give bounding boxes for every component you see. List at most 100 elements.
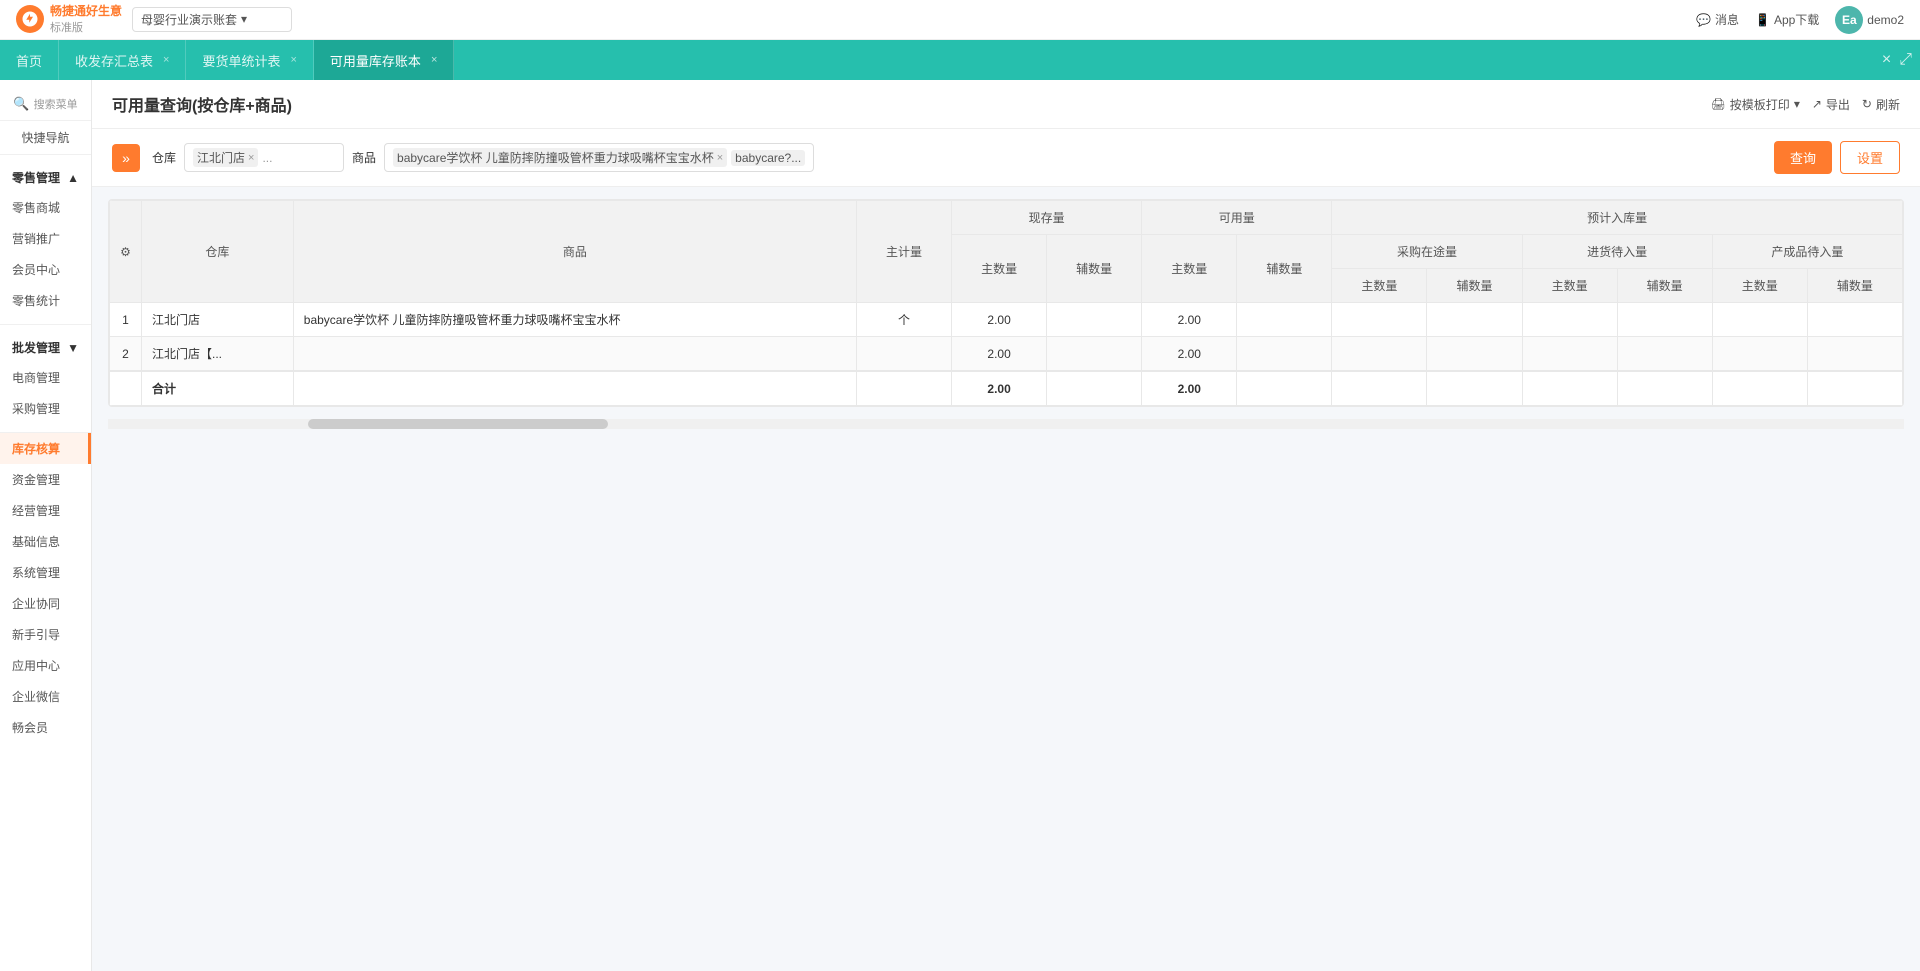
th-current-aux: 辅数量 xyxy=(1047,235,1142,303)
scroll-thumb[interactable] xyxy=(308,419,608,429)
sidebar-item-operation[interactable]: 经营管理 xyxy=(0,495,91,526)
product-extra-tag: babycare?... xyxy=(731,150,805,166)
app-download-btn[interactable]: 📱 App下载 xyxy=(1755,11,1819,28)
message-btn[interactable]: 💬 消息 xyxy=(1696,11,1739,28)
tab-income-expense-label: 收发存汇总表 xyxy=(75,51,153,70)
tab-order-stats[interactable]: 要货单统计表 × xyxy=(186,40,313,80)
sidebar-item-purchase[interactable]: 采购管理 xyxy=(0,393,91,424)
logo-text-area: 畅捷通好生意 标准版 xyxy=(50,4,122,34)
row1-finished-main xyxy=(1712,303,1807,337)
footer-incoming-aux xyxy=(1617,371,1712,406)
search-icon: 🔍 xyxy=(13,96,29,112)
product-tag-value: babycare学饮杯 儿童防摔防撞吸管杯重力球吸嘴杯宝宝水杯 xyxy=(397,149,714,166)
row2-purchase-transit-aux xyxy=(1427,337,1522,372)
nav-tabs: 首页 收发存汇总表 × 要货单统计表 × 可用量库存账本 × × ⤢ xyxy=(0,40,1920,80)
sidebar-item-marketing[interactable]: 营销推广 xyxy=(0,223,91,254)
sidebar-item-inventory[interactable]: 库存核算 xyxy=(0,433,91,464)
sidebar-item-appcenter-label: 应用中心 xyxy=(12,657,60,674)
user-initials: Ea xyxy=(1842,13,1857,27)
main-layout: 🔍 搜索菜单 快捷导航 零售管理 ▲ 零售商城 营销推广 会员中心 零售统计 xyxy=(0,80,1920,971)
sidebar-item-ecommerce[interactable]: 电商管理 xyxy=(0,362,91,393)
row1-incoming-aux xyxy=(1617,303,1712,337)
sidebar-quick-nav[interactable]: 快捷导航 xyxy=(0,121,91,155)
filter-toggle-btn[interactable]: » xyxy=(112,144,140,172)
print-icon: 🖨 xyxy=(1711,97,1726,111)
export-btn[interactable]: ↗ 导出 xyxy=(1812,96,1850,113)
sidebar-item-operation-label: 经营管理 xyxy=(12,502,60,519)
tab-income-expense[interactable]: 收发存汇总表 × xyxy=(59,40,186,80)
sidebar-item-wechat[interactable]: 企业微信 xyxy=(0,681,91,712)
logo-sub: 标准版 xyxy=(50,19,122,35)
sidebar-item-member2[interactable]: 畅会员 xyxy=(0,712,91,743)
footer-incoming-main xyxy=(1522,371,1617,406)
filter-area: » 仓库 江北门店 × ... 商品 babycare学饮杯 儿童防摔防撞吸管杯… xyxy=(92,129,1920,187)
row1-finished-aux xyxy=(1807,303,1902,337)
th-purchase-transit-main: 主数量 xyxy=(1332,269,1427,303)
sidebar-item-appcenter[interactable]: 应用中心 xyxy=(0,650,91,681)
sidebar-item-wechat-label: 企业微信 xyxy=(12,688,60,705)
tab-home[interactable]: 首页 xyxy=(0,40,59,80)
fullscreen-btn[interactable]: ⤢ xyxy=(1899,51,1912,69)
tab-order-stats-close[interactable]: × xyxy=(290,54,296,66)
query-btn[interactable]: 查询 xyxy=(1774,141,1832,174)
filter-more-warehouse[interactable]: ... xyxy=(262,151,272,165)
product-filter-input[interactable]: babycare学饮杯 儿童防摔防撞吸管杯重力球吸嘴杯宝宝水杯 × babyca… xyxy=(384,143,814,172)
footer-empty1 xyxy=(110,371,142,406)
th-available-main: 主数量 xyxy=(1142,235,1237,303)
filter-actions: 查询 设置 xyxy=(1774,141,1900,174)
close-all-btn[interactable]: × xyxy=(1882,51,1891,69)
avatar: Ea xyxy=(1835,6,1863,34)
sidebar-item-retail-mall[interactable]: 零售商城 xyxy=(0,192,91,223)
page-header: 可用量查询(按仓库+商品) 🖨 按模板打印 ▾ ↗ 导出 ↻ 刷新 xyxy=(92,80,1920,129)
sidebar-search[interactable]: 🔍 搜索菜单 xyxy=(0,88,91,121)
warehouse-tag-value: 江北门店 xyxy=(197,149,245,166)
sidebar-item-finance[interactable]: 资金管理 xyxy=(0,464,91,495)
footer-available-main: 2.00 xyxy=(1142,371,1237,406)
sidebar-item-retail-stats[interactable]: 零售统计 xyxy=(0,285,91,316)
tab-available-stock-close[interactable]: × xyxy=(431,54,437,66)
sidebar-item-system[interactable]: 系统管理 xyxy=(0,557,91,588)
export-icon: ↗ xyxy=(1812,97,1822,111)
footer-available-aux xyxy=(1237,371,1332,406)
sidebar-section-wholesale-header[interactable]: 批发管理 ▼ xyxy=(0,333,91,362)
sidebar-section-retail-label: 零售管理 xyxy=(12,169,60,186)
footer-finished-main xyxy=(1712,371,1807,406)
page-title: 可用量查询(按仓库+商品) xyxy=(112,92,292,116)
row1-warehouse: 江北门店 xyxy=(142,303,294,337)
sidebar-section-retail-header[interactable]: 零售管理 ▲ xyxy=(0,163,91,192)
th-settings[interactable]: ⚙ xyxy=(110,201,142,303)
tab-income-expense-close[interactable]: × xyxy=(163,54,169,66)
workspace-selector[interactable]: 母婴行业演示账套 ▾ xyxy=(132,7,292,32)
footer-purchase-transit-main xyxy=(1332,371,1427,406)
row1-seq: 1 xyxy=(110,303,142,337)
content-area: 可用量查询(按仓库+商品) 🖨 按模板打印 ▾ ↗ 导出 ↻ 刷新 » xyxy=(92,80,1920,971)
sidebar-section-wholesale-label: 批发管理 xyxy=(12,339,60,356)
tab-available-stock[interactable]: 可用量库存账本 × xyxy=(314,40,454,80)
sidebar-item-retail-mall-label: 零售商城 xyxy=(12,199,60,216)
logo-area: 畅捷通好生意 标准版 xyxy=(16,4,122,34)
sidebar-item-member[interactable]: 会员中心 xyxy=(0,254,91,285)
refresh-btn[interactable]: ↻ 刷新 xyxy=(1862,96,1900,113)
product-tag-remove[interactable]: × xyxy=(717,152,723,164)
sidebar-item-enterprise[interactable]: 企业协同 xyxy=(0,588,91,619)
footer-purchase-transit-aux xyxy=(1427,371,1522,406)
th-purchase-transit: 采购在途量 xyxy=(1332,235,1522,269)
footer-label: 合计 xyxy=(142,371,294,406)
warehouse-tag: 江北门店 × xyxy=(193,148,258,167)
message-label: 消息 xyxy=(1715,11,1739,28)
settings-btn[interactable]: 设置 xyxy=(1840,141,1900,174)
row1-current-aux xyxy=(1047,303,1142,337)
print-btn[interactable]: 🖨 按模板打印 ▾ xyxy=(1711,96,1800,113)
warehouse-tag-remove[interactable]: × xyxy=(248,152,254,164)
warehouse-filter-input[interactable]: 江北门店 × ... xyxy=(184,143,344,172)
sidebar-item-retail-stats-label: 零售统计 xyxy=(12,292,60,309)
row2-purchase-transit-main xyxy=(1332,337,1427,372)
horizontal-scrollbar[interactable] xyxy=(108,419,1904,429)
app-icon: 📱 xyxy=(1755,13,1770,27)
page-actions: 🖨 按模板打印 ▾ ↗ 导出 ↻ 刷新 xyxy=(1711,96,1900,113)
th-planned-in: 预计入库量 xyxy=(1332,201,1903,235)
user-area[interactable]: Ea demo2 xyxy=(1835,6,1904,34)
sidebar-item-basic[interactable]: 基础信息 xyxy=(0,526,91,557)
sidebar-item-newguide[interactable]: 新手引导 xyxy=(0,619,91,650)
tab-available-stock-label: 可用量库存账本 xyxy=(330,51,421,70)
